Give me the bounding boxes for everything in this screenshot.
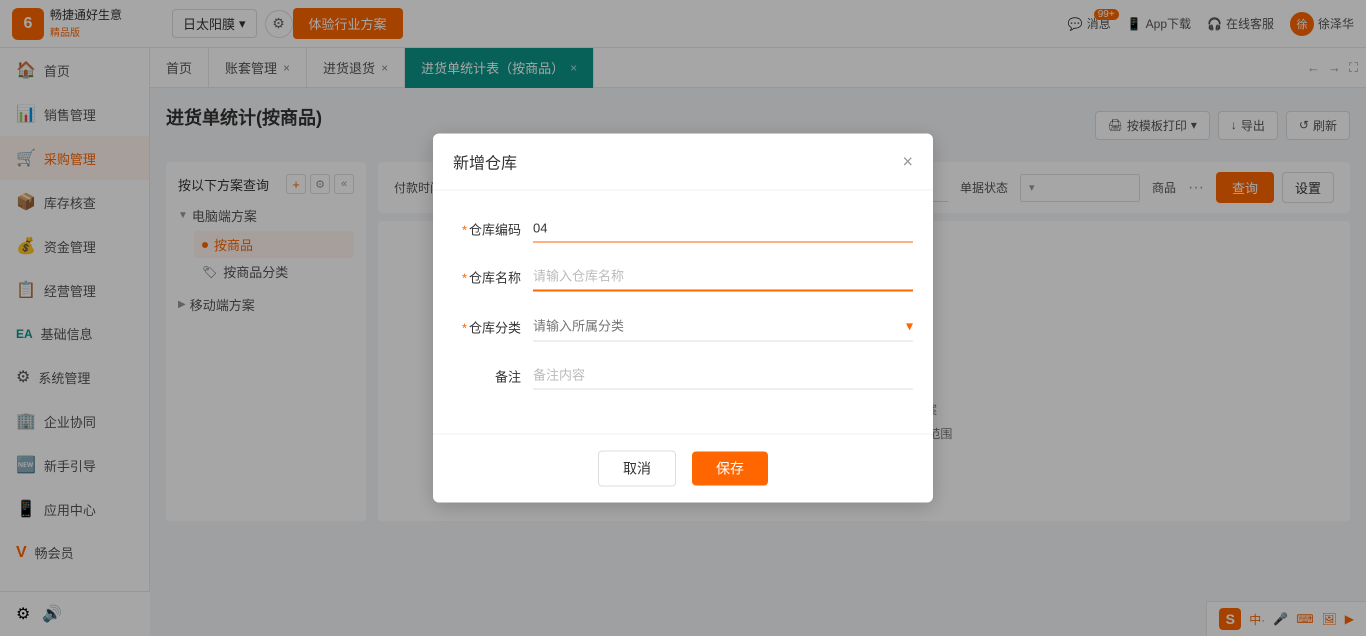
category-dropdown-icon: ▾ — [906, 318, 913, 335]
modal-close-button[interactable]: × — [902, 151, 913, 172]
remark-input[interactable] — [533, 362, 913, 390]
name-label: 仓库名称 — [453, 268, 533, 287]
code-input[interactable] — [533, 215, 913, 243]
modal-body: 仓库编码 仓库名称 仓库分类 ▾ 备注 — [433, 191, 933, 434]
category-input[interactable] — [533, 319, 906, 334]
category-select[interactable]: ▾ — [533, 312, 913, 342]
modal-title: 新增仓库 — [453, 150, 517, 174]
form-row-remark: 备注 — [453, 362, 913, 390]
modal-header: 新增仓库 × — [433, 134, 933, 191]
code-label: 仓库编码 — [453, 219, 533, 238]
form-row-name: 仓库名称 — [453, 263, 913, 292]
category-label: 仓库分类 — [453, 317, 533, 336]
new-warehouse-modal: 新增仓库 × 仓库编码 仓库名称 仓库分类 ▾ 备注 取消 保存 — [433, 134, 933, 503]
form-row-category: 仓库分类 ▾ — [453, 312, 913, 342]
name-input[interactable] — [533, 263, 913, 292]
modal-footer: 取消 保存 — [433, 434, 933, 503]
cancel-button[interactable]: 取消 — [598, 451, 676, 487]
save-button[interactable]: 保存 — [692, 452, 768, 486]
remark-label: 备注 — [453, 366, 533, 385]
form-row-code: 仓库编码 — [453, 215, 913, 243]
